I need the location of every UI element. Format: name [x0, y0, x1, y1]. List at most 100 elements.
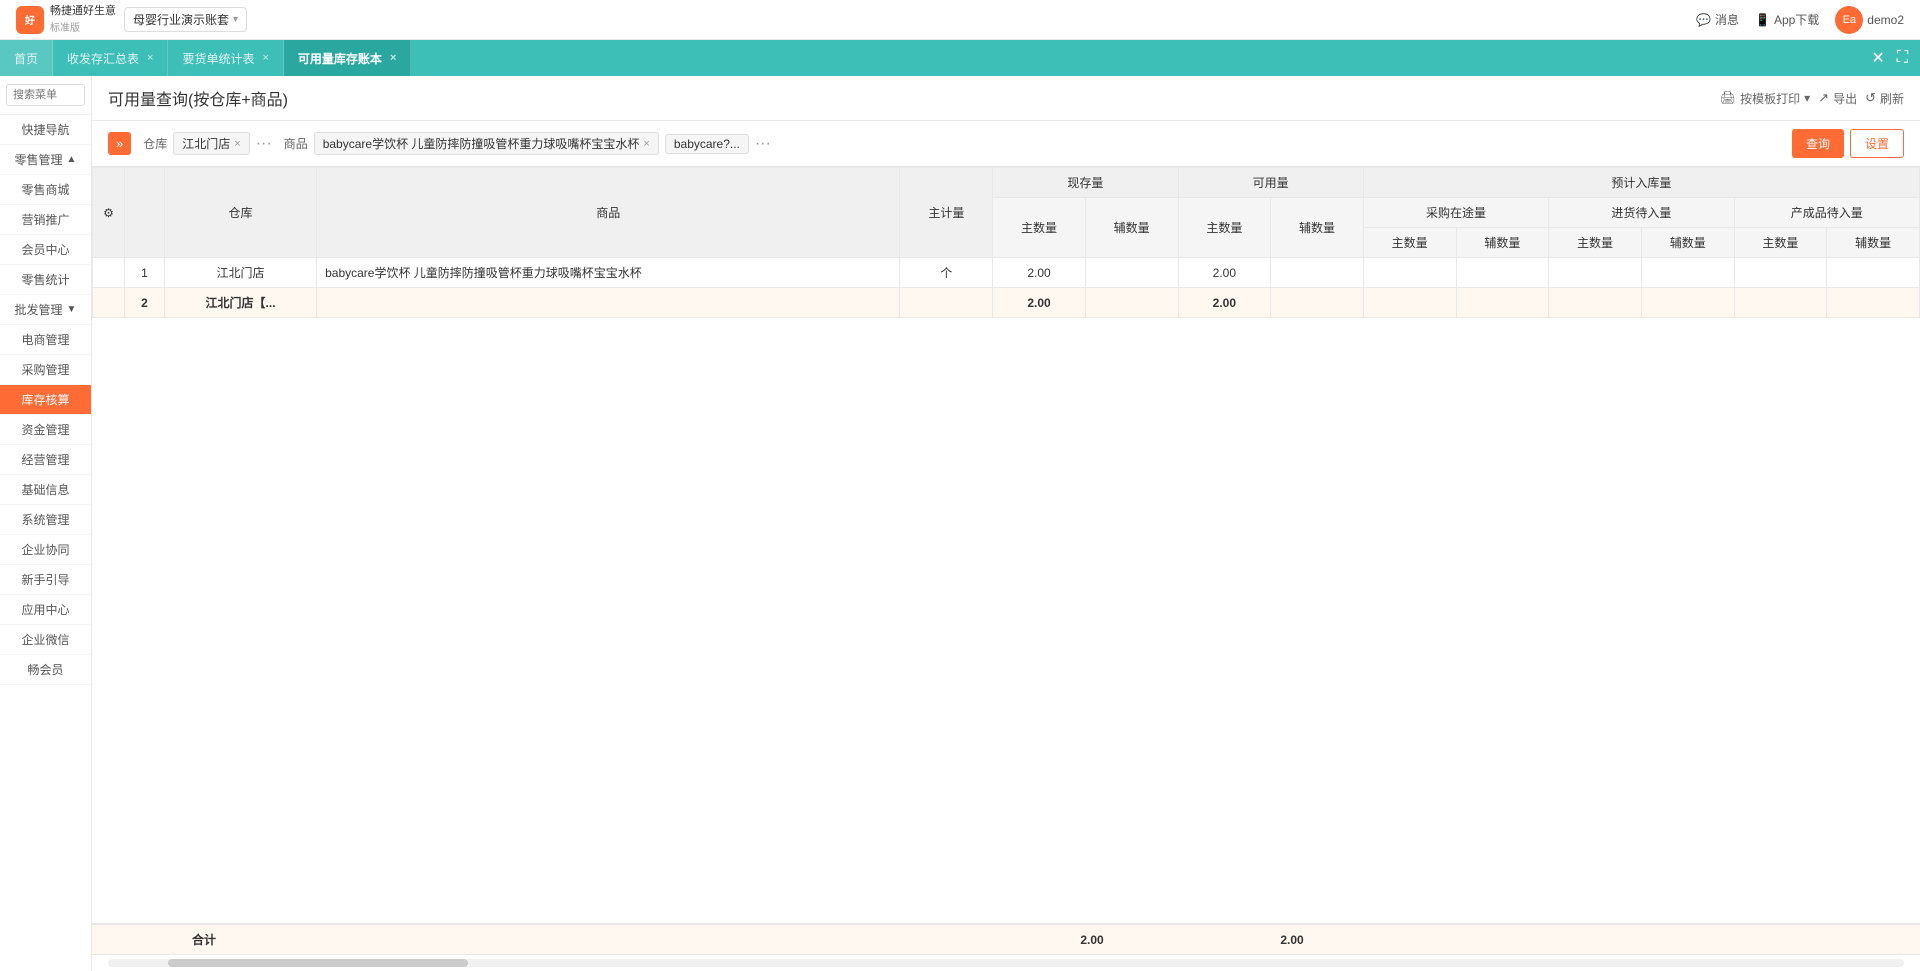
- tab-order-label: 要货单统计表: [182, 50, 254, 67]
- refresh-btn[interactable]: ↺ 刷新: [1865, 90, 1904, 107]
- subtotal-pur-aux: [1456, 288, 1549, 318]
- search-input[interactable]: [6, 84, 85, 106]
- tab-available-close[interactable]: ×: [390, 52, 396, 64]
- row1-warehouse: 江北门店: [165, 258, 317, 288]
- sidebar-item-finance-label: 资金管理: [21, 423, 69, 437]
- industry-selector[interactable]: 母婴行业演示账套 ▾: [124, 7, 247, 32]
- sidebar-item-wechat[interactable]: 企业微信: [0, 625, 91, 655]
- tab-available[interactable]: 可用量库存账本 ×: [284, 40, 411, 76]
- export-btn[interactable]: ↗ 导出: [1818, 90, 1857, 107]
- message-btn[interactable]: 💬 消息: [1696, 11, 1739, 28]
- tab-income[interactable]: 收发存汇总表 ×: [53, 40, 168, 76]
- sidebar-item-purchase[interactable]: 采购管理: [0, 355, 91, 385]
- sidebar-item-corp[interactable]: 企业协同: [0, 535, 91, 565]
- print-btn[interactable]: 🖨 按模板打印 ▾: [1720, 90, 1811, 107]
- query-button[interactable]: 查询: [1792, 129, 1844, 158]
- export-icon: ↗: [1818, 90, 1829, 106]
- sidebar-item-wholesale[interactable]: 批发管理 ▼: [0, 295, 91, 325]
- subtotal-avail-aux: [1271, 288, 1364, 318]
- sidebar-item-inventory-label: 库存核算: [21, 393, 69, 407]
- product-value-2: babycare?...: [674, 137, 740, 151]
- sidebar-item-vip[interactable]: 畅会员: [0, 655, 91, 685]
- tab-available-label: 可用量库存账本: [298, 50, 382, 67]
- col-settings[interactable]: ⚙: [93, 168, 125, 258]
- sidebar-item-inventory[interactable]: 库存核算: [0, 385, 91, 415]
- bottom-scrollbar[interactable]: [92, 954, 1920, 971]
- sidebar-item-nav-label: 快捷导航: [21, 123, 69, 137]
- subtotal-product: [317, 288, 900, 318]
- tab-home-label: 首页: [14, 50, 38, 67]
- row1-stock-main: 2.00: [993, 258, 1086, 288]
- product-label: 商品: [284, 135, 308, 152]
- tab-income-label: 收发存汇总表: [67, 50, 139, 67]
- sidebar-item-newuser-label: 新手引导: [21, 573, 69, 587]
- row1-avail-aux: [1271, 258, 1364, 288]
- row1-rec-main: [1549, 258, 1642, 288]
- col-receipt-header: 进货待入量: [1549, 198, 1734, 228]
- warehouse-remove-icon[interactable]: ×: [234, 138, 240, 150]
- product-tag-2[interactable]: babycare?...: [665, 134, 749, 154]
- filter-expand-btn[interactable]: »: [108, 132, 131, 155]
- sidebar-item-retail[interactable]: 零售管理 ▲: [0, 145, 91, 175]
- sidebar-item-purchase-label: 采购管理: [21, 363, 69, 377]
- footer-avail-main: 2.00: [1232, 933, 1352, 947]
- subtotal-warehouse: 江北门店【...: [165, 288, 317, 318]
- tab-order[interactable]: 要货单统计表 ×: [168, 40, 283, 76]
- tab-expand-icon[interactable]: ⛶: [1893, 49, 1912, 67]
- print-dropdown-icon: ▾: [1804, 91, 1810, 105]
- subtotal-stock-main: 2.00: [993, 288, 1086, 318]
- col-stock-main-header: 主数量: [993, 198, 1086, 258]
- product-tag[interactable]: babycare学饮杯 儿童防摔防撞吸管杯重力球吸嘴杯宝宝水杯 ×: [314, 132, 659, 155]
- row1-avail-main: 2.00: [1178, 258, 1271, 288]
- subtotal-stock-aux: [1085, 288, 1178, 318]
- row1-num: 1: [125, 258, 165, 288]
- product-remove-icon[interactable]: ×: [643, 138, 649, 150]
- chevron-down-icon-2: ▼: [67, 304, 77, 315]
- sidebar-item-system-label: 系统管理: [21, 513, 69, 527]
- sidebar-item-ecom[interactable]: 电商管理: [0, 325, 91, 355]
- sidebar-item-member[interactable]: 会员中心: [0, 235, 91, 265]
- col-product-header: 商品: [317, 168, 900, 258]
- app-download-btn[interactable]: 📱 App下载: [1755, 11, 1819, 28]
- print-label: 按模板打印: [1740, 90, 1800, 107]
- sidebar-item-corp-label: 企业协同: [21, 543, 69, 557]
- sidebar-item-apps[interactable]: 应用中心: [0, 595, 91, 625]
- sidebar-item-newuser[interactable]: 新手引导: [0, 565, 91, 595]
- tab-home[interactable]: 首页: [0, 40, 53, 76]
- sidebar-item-nav[interactable]: 快捷导航: [0, 115, 91, 145]
- product-more-icon[interactable]: ···: [755, 135, 771, 153]
- subtotal-unit: [900, 288, 993, 318]
- subtotal-prod-aux: [1827, 288, 1920, 318]
- warehouse-label: 仓库: [143, 135, 167, 152]
- scroll-thumb[interactable]: [168, 959, 468, 967]
- tab-order-close[interactable]: ×: [262, 52, 268, 64]
- warehouse-more-icon[interactable]: ···: [256, 135, 272, 153]
- sidebar-item-ecom-label: 电商管理: [21, 333, 69, 347]
- col-avail-main-header: 主数量: [1178, 198, 1271, 258]
- sidebar-item-system[interactable]: 系统管理: [0, 505, 91, 535]
- sidebar-item-marketing-label: 营销推广: [21, 213, 69, 227]
- table-container[interactable]: ⚙ 仓库 商品 主计量 现存量 可用量 预计入库量 主数量 辅数量 主数量 辅数…: [92, 167, 1920, 923]
- col-rec-main-header: 主数量: [1549, 228, 1642, 258]
- sidebar-item-basic-label: 基础信息: [21, 483, 69, 497]
- col-purchase-header: 采购在途量: [1363, 198, 1548, 228]
- tab-income-close[interactable]: ×: [147, 52, 153, 64]
- sidebar-item-marketing[interactable]: 营销推广: [0, 205, 91, 235]
- warehouse-tag[interactable]: 江北门店 ×: [173, 132, 249, 155]
- settings-button[interactable]: 设置: [1850, 129, 1904, 158]
- sidebar-item-finance[interactable]: 资金管理: [0, 415, 91, 445]
- row1-prod-main: [1734, 258, 1827, 288]
- subtotal-prod-main: [1734, 288, 1827, 318]
- sidebar-item-wholesale-label: 批发管理: [15, 301, 63, 318]
- user-profile[interactable]: Ea demo2: [1835, 6, 1904, 34]
- product-value: babycare学饮杯 儿童防摔防撞吸管杯重力球吸嘴杯宝宝水杯: [323, 135, 640, 152]
- sidebar-item-shop[interactable]: 零售商城: [0, 175, 91, 205]
- scroll-track[interactable]: [108, 959, 1904, 967]
- sidebar-item-ops[interactable]: 经营管理: [0, 445, 91, 475]
- top-bar-left: 好 畅捷通好生意 标准版 母婴行业演示账套 ▾: [16, 5, 247, 33]
- sidebar-item-basic[interactable]: 基础信息: [0, 475, 91, 505]
- tab-close-all-icon[interactable]: ✕: [1867, 48, 1888, 68]
- logo-text-block: 畅捷通好生意 标准版: [50, 5, 116, 33]
- sidebar-item-stats[interactable]: 零售统计: [0, 265, 91, 295]
- col-stock-aux-header: 辅数量: [1085, 198, 1178, 258]
